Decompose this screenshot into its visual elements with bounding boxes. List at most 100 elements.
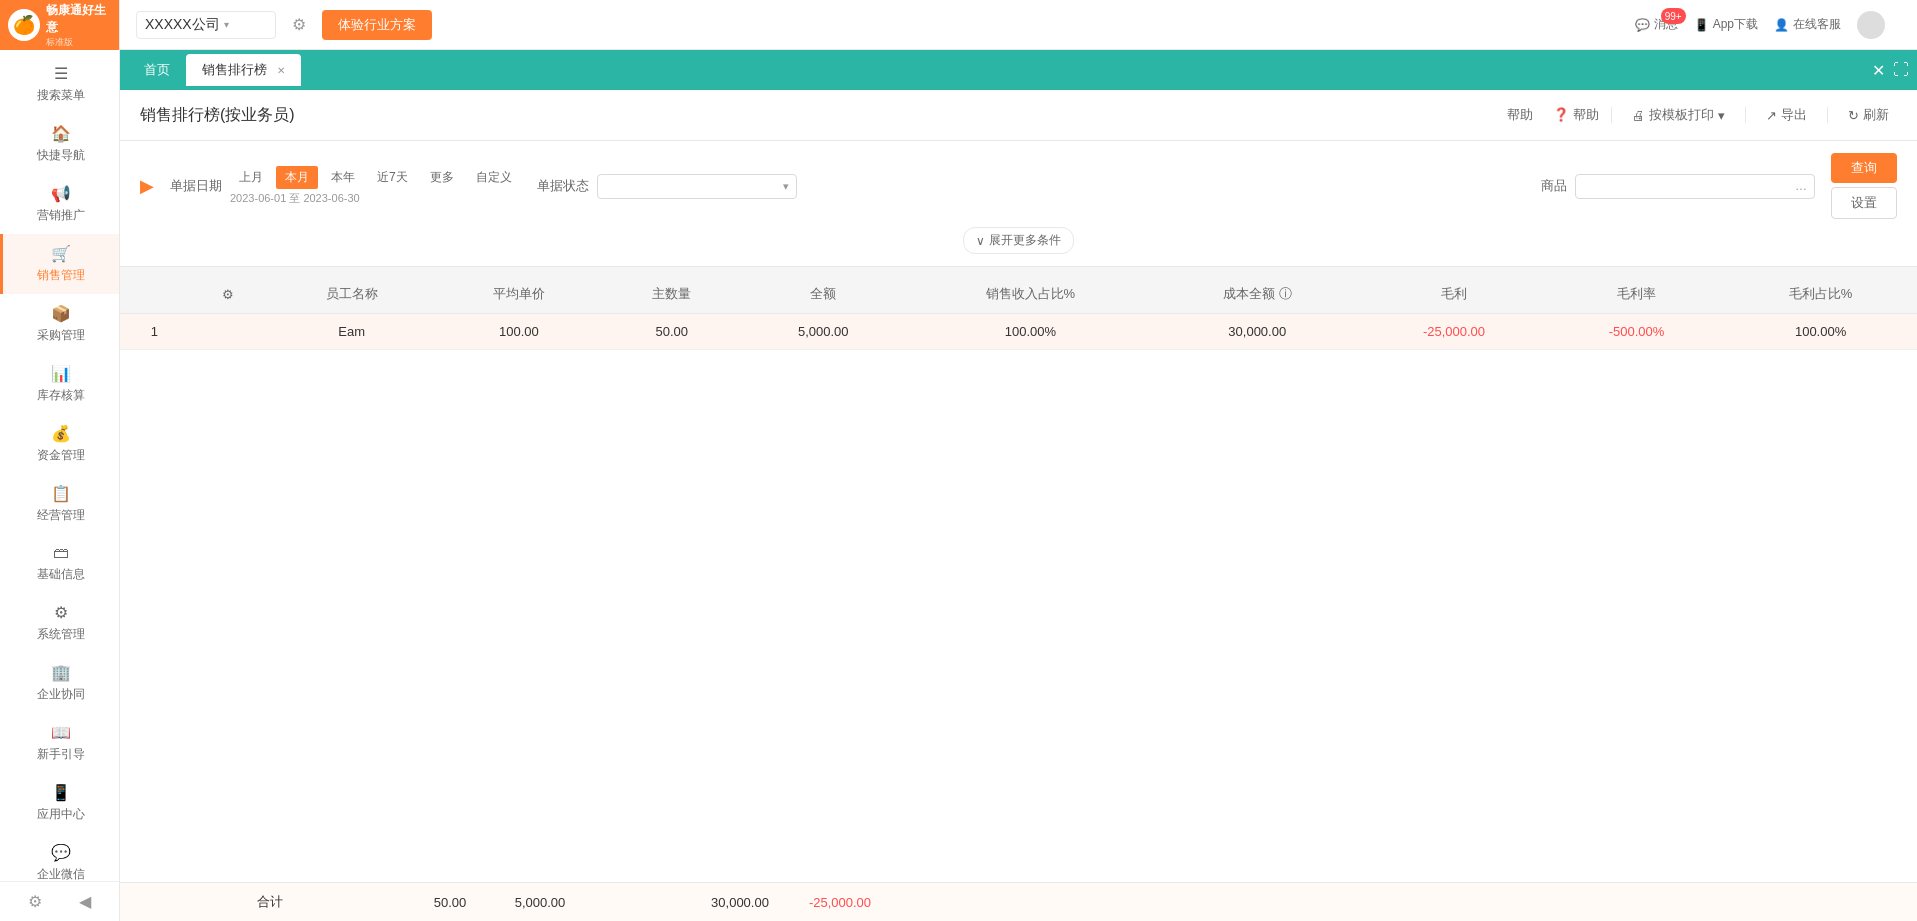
- tabbar: 首页销售排行榜✕✕⛶: [120, 50, 1917, 90]
- cell-profit: -25,000.00: [1359, 314, 1549, 350]
- guide-label: 新手引导: [37, 746, 85, 763]
- online-service-button[interactable]: 👤 在线客服: [1774, 16, 1841, 33]
- date-pills-container: 上月本月本年近7天更多自定义 2023-06-01 至 2023-06-30: [230, 166, 521, 206]
- status-select[interactable]: [597, 174, 797, 199]
- inventory-label: 库存核算: [37, 387, 85, 404]
- print-button[interactable]: 🖨 按模板打印 ▾: [1624, 102, 1733, 128]
- sidebar-item-capital[interactable]: 💰 资金管理: [0, 414, 119, 474]
- cell-sales-pct: 100.00%: [905, 314, 1155, 350]
- basic-label: 基础信息: [37, 566, 85, 583]
- divider3: [1827, 107, 1828, 123]
- footer-profit: -25,000.00: [790, 895, 890, 910]
- settings-icon[interactable]: ⚙: [28, 892, 42, 911]
- sidebar-item-app-center[interactable]: 📱应用中心: [0, 773, 119, 833]
- app-center-icon: 📱: [51, 783, 71, 802]
- table-container: ⚙员工名称平均单价主数量全额销售收入占比%成本全额 ⓘ毛利毛利率毛利占比% 1E…: [120, 275, 1917, 882]
- marketing-icon: 📢: [51, 184, 71, 203]
- help-button[interactable]: 帮助: [1499, 102, 1541, 128]
- query-button[interactable]: 查询: [1831, 153, 1897, 183]
- sidebar-item-system[interactable]: ⚙系统管理: [0, 593, 119, 653]
- date-pill-本年[interactable]: 本年: [322, 166, 364, 189]
- sidebar-item-operation[interactable]: 📋经营管理: [0, 474, 119, 534]
- cell-quantity: 50.00: [603, 314, 742, 350]
- sidebar-item-inventory[interactable]: 📊 库存核算: [0, 354, 119, 414]
- logo-app-name: 畅康通好生意: [46, 2, 111, 36]
- date-pill-上月[interactable]: 上月: [230, 166, 272, 189]
- collapse-icon[interactable]: ◀: [79, 892, 91, 911]
- status-filter: 单据状态: [537, 174, 797, 199]
- user-avatar[interactable]: [1857, 11, 1885, 39]
- tab-close-sales-rank[interactable]: ✕: [277, 65, 285, 76]
- basic-icon: 🗃: [53, 544, 69, 562]
- sidebar-item-quick-nav[interactable]: 🏠快捷导航: [0, 114, 119, 174]
- topbar-right: 💬 消息 99+ 📱 App下载 👤 在线客服: [1635, 11, 1901, 39]
- cell-index: 1: [120, 314, 189, 350]
- footer-quantity: 50.00: [410, 895, 490, 910]
- wechat-label: 企业微信: [37, 866, 85, 881]
- footer-amount: 5,000.00: [490, 895, 590, 910]
- sidebar-item-search[interactable]: ☰搜索菜单: [0, 54, 119, 114]
- date-pill-自定义[interactable]: 自定义: [467, 166, 521, 189]
- sales-icon: 🛒: [51, 244, 71, 263]
- tab-sales-rank[interactable]: 销售排行榜✕: [186, 54, 301, 86]
- logo-tag: 标准版: [46, 36, 111, 49]
- filter-row: ▶ 单据日期 上月本月本年近7天更多自定义 2023-06-01 至 2023-…: [140, 153, 1897, 219]
- page-actions: 帮助 ❓ 帮助 🖨 按模板打印 ▾ ↗ 导出 ↻ 刷新: [1499, 102, 1897, 128]
- sidebar-logo: 🍊 畅康通好生意 标准版: [0, 0, 119, 50]
- company-name: XXXXX公司: [145, 16, 220, 34]
- purchase-label: 采购管理: [37, 327, 85, 344]
- sidebar-item-basic[interactable]: 🗃 基础信息: [0, 534, 119, 593]
- sales-rank-table: ⚙员工名称平均单价主数量全额销售收入占比%成本全额 ⓘ毛利毛利率毛利占比% 1E…: [120, 275, 1917, 350]
- col-header-name: 员工名称: [268, 275, 435, 314]
- sidebar-item-marketing[interactable]: 📢 营销推广: [0, 174, 119, 234]
- message-button[interactable]: 💬 消息 99+: [1635, 16, 1678, 33]
- cell-profit-pct: 100.00%: [1724, 314, 1917, 350]
- message-icon: 💬: [1635, 18, 1650, 32]
- inventory-icon: 📊: [51, 364, 71, 383]
- expand-label: 展开更多条件: [989, 232, 1061, 249]
- window-controls: ✕⛶: [1872, 61, 1909, 80]
- col-header-profit-rate: 毛利率: [1549, 275, 1724, 314]
- filter-area: ▶ 单据日期 上月本月本年近7天更多自定义 2023-06-01 至 2023-…: [120, 141, 1917, 267]
- sidebar-item-enterprise[interactable]: 🏢企业协同: [0, 653, 119, 713]
- marketing-label: 营销推广: [37, 207, 85, 224]
- capital-icon: 💰: [51, 424, 71, 443]
- date-pill-更多[interactable]: 更多: [421, 166, 463, 189]
- footer-label: 合计: [220, 893, 320, 911]
- cell-avg-price: 100.00: [435, 314, 602, 350]
- topbar-settings-icon[interactable]: ⚙: [288, 11, 310, 38]
- export-button[interactable]: ↗ 导出: [1758, 102, 1815, 128]
- table-footer: 合计 50.00 5,000.00 30,000.00 -25,000.00: [120, 882, 1917, 921]
- close-window-button[interactable]: ✕: [1872, 61, 1885, 80]
- online-service-label: 在线客服: [1793, 16, 1841, 33]
- app-download-button[interactable]: 📱 App下载: [1694, 16, 1758, 33]
- goods-input[interactable]: [1575, 174, 1815, 199]
- tab-home[interactable]: 首页: [128, 54, 186, 86]
- settings-button[interactable]: 设置: [1831, 187, 1897, 219]
- sidebar-item-sales[interactable]: 🛒销售管理: [0, 234, 119, 294]
- app-logo-icon: 🍊: [8, 9, 40, 41]
- sidebar-item-guide[interactable]: 📖新手引导: [0, 713, 119, 773]
- date-pill-近7天[interactable]: 近7天: [368, 166, 417, 189]
- date-filter: 单据日期 上月本月本年近7天更多自定义 2023-06-01 至 2023-06…: [170, 166, 521, 206]
- query-settings-btns: 查询 设置: [1831, 153, 1897, 219]
- capital-label: 资金管理: [37, 447, 85, 464]
- date-pill-本月[interactable]: 本月: [276, 166, 318, 189]
- system-label: 系统管理: [37, 626, 85, 643]
- col-header-sales-pct: 销售收入占比%: [905, 275, 1155, 314]
- col-header-quantity: 主数量: [603, 275, 742, 314]
- enterprise-icon: 🏢: [51, 663, 71, 682]
- sidebar-item-purchase[interactable]: 📦采购管理: [0, 294, 119, 354]
- filter-expand-icon[interactable]: ▶: [140, 175, 154, 197]
- company-selector[interactable]: XXXXX公司 ▾: [136, 11, 276, 39]
- maximize-window-button[interactable]: ⛶: [1893, 61, 1909, 80]
- expand-filter-button[interactable]: ∨ 展开更多条件: [963, 227, 1074, 254]
- cell-profit-rate: -500.00%: [1549, 314, 1724, 350]
- goods-input-dots: …: [1795, 179, 1807, 193]
- search-label: 搜索菜单: [37, 87, 85, 104]
- sidebar-item-wechat[interactable]: 💬企业微信: [0, 833, 119, 881]
- app-download-label: App下载: [1713, 16, 1758, 33]
- trial-button[interactable]: 体验行业方案: [322, 10, 432, 40]
- refresh-button[interactable]: ↻ 刷新: [1840, 102, 1897, 128]
- operation-icon: 📋: [51, 484, 71, 503]
